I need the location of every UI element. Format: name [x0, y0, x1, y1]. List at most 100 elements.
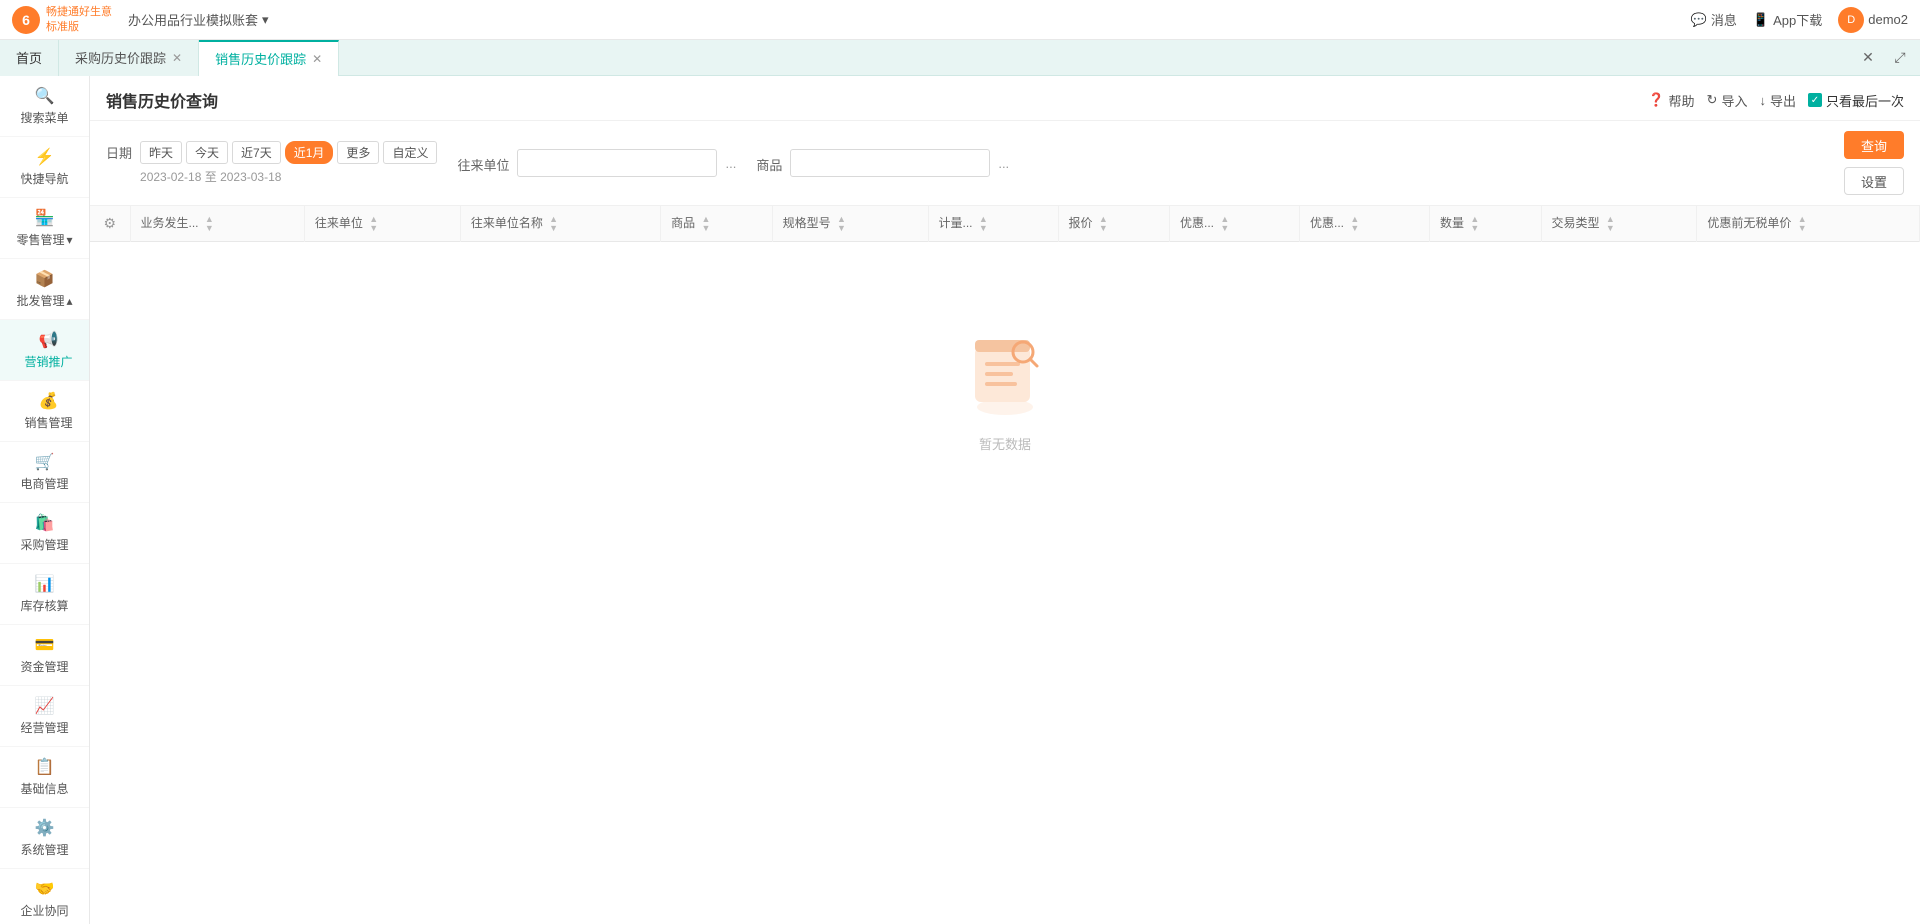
th-pretax-price[interactable]: 优惠前无税单价 ▲▼ — [1697, 206, 1920, 241]
date-btn-custom[interactable]: 自定义 — [383, 141, 437, 164]
tab-bar-actions: ✕ ⤢ — [1856, 46, 1920, 70]
tab-sales-history[interactable]: 销售历史价跟踪 ✕ — [199, 40, 339, 76]
sort-icon-spec: ▲▼ — [837, 215, 846, 233]
goods-dots[interactable]: ... — [998, 156, 1009, 171]
table-header-row: ⚙ 业务发生... ▲▼ 往来单位 ▲▼ 往来单位名称 — [90, 206, 1920, 241]
sort-icon-counterpart-name: ▲▼ — [549, 215, 558, 233]
counterpart-input[interactable] — [517, 149, 717, 177]
th-goods[interactable]: 商品 ▲▼ — [661, 206, 773, 241]
sidebar-item-wholesale-mgmt[interactable]: 📦 批发管理 ▴ — [0, 259, 89, 320]
th-discount1[interactable]: 优惠... ▲▼ — [1170, 206, 1300, 241]
sidebar-item-system[interactable]: ⚙️ 系统管理 — [0, 808, 89, 869]
table-header: ⚙ 业务发生... ▲▼ 往来单位 ▲▼ 往来单位名称 — [90, 206, 1920, 241]
clipboard-icon: 📋 — [35, 757, 55, 777]
sidebar-item-basic-info[interactable]: 📋 基础信息 — [0, 747, 89, 808]
home-tab-label: 首页 — [16, 48, 42, 67]
tab-home[interactable]: 首页 — [0, 40, 59, 76]
date-btn-last7[interactable]: 近7天 — [232, 141, 281, 164]
sort-icon-qty: ▲▼ — [1470, 215, 1479, 233]
sales-icon: 💰 — [39, 391, 59, 411]
sidebar-item-inventory[interactable]: 📊 库存核算 — [0, 564, 89, 625]
date-btn-more[interactable]: 更多 — [337, 141, 379, 164]
sort-icon-discount1: ▲▼ — [1220, 215, 1229, 233]
th-qty[interactable]: 数量 ▲▼ — [1430, 206, 1542, 241]
th-settings: ⚙ — [90, 206, 130, 241]
user-profile[interactable]: D demo2 — [1838, 7, 1908, 33]
sidebar: 🔍 搜索菜单 ⚡ 快捷导航 🏪 零售管理 ▾ 📦 批发管理 ▴ 📢 营销推广 — [0, 76, 90, 924]
date-btn-last1m[interactable]: 近1月 — [285, 141, 334, 164]
th-quote[interactable]: 报价 ▲▼ — [1058, 206, 1170, 241]
sort-icon-discount2: ▲▼ — [1350, 215, 1359, 233]
sort-icon-biz-date: ▲▼ — [205, 215, 214, 233]
th-counterpart-name[interactable]: 往来单位名称 ▲▼ — [460, 206, 660, 241]
tab-close-sales[interactable]: ✕ — [312, 53, 322, 65]
th-spec[interactable]: 规格型号 ▲▼ — [772, 206, 928, 241]
filter-area: 日期 昨天 今天 近7天 近1月 更多 自定义 2023-02-18 至 202… — [90, 121, 1920, 206]
sidebar-item-retail-mgmt[interactable]: 🏪 零售管理 ▾ — [0, 198, 89, 259]
sidebar-item-ecommerce[interactable]: 🛒 电商管理 — [0, 442, 89, 503]
th-trade-type[interactable]: 交易类型 ▲▼ — [1541, 206, 1697, 241]
close-all-tabs-button[interactable]: ✕ — [1856, 46, 1880, 70]
empty-illustration — [955, 322, 1055, 422]
th-biz-date[interactable]: 业务发生... ▲▼ — [130, 206, 304, 241]
sidebar-item-marketing[interactable]: 📢 营销推广 — [0, 320, 89, 381]
app-selector[interactable]: 办公用品行业模拟账套 ▾ — [120, 6, 277, 33]
sidebar-item-sales-mgmt[interactable]: 💰 销售管理 — [0, 381, 89, 442]
goods-input[interactable] — [790, 149, 990, 177]
sort-icon-trade-type: ▲▼ — [1606, 215, 1615, 233]
avatar: D — [1838, 7, 1864, 33]
date-btn-yesterday[interactable]: 昨天 — [140, 141, 182, 164]
data-table: ⚙ 业务发生... ▲▼ 往来单位 ▲▼ 往来单位名称 — [90, 206, 1920, 242]
help-link[interactable]: ❓ 帮助 — [1648, 91, 1694, 110]
trend-icon: 📈 — [35, 696, 55, 716]
lightning-icon: ⚡ — [35, 147, 55, 167]
sidebar-item-quick-nav[interactable]: ⚡ 快捷导航 — [0, 137, 89, 198]
th-unit[interactable]: 计量... ▲▼ — [928, 206, 1058, 241]
sidebar-item-purchase[interactable]: 🛍️ 采购管理 — [0, 503, 89, 564]
sort-icon-unit: ▲▼ — [979, 215, 988, 233]
page-container: 销售历史价查询 ❓ 帮助 ↻ 导入 ↓ 导出 ✓ — [90, 76, 1920, 924]
phone-icon: 📱 — [1753, 12, 1769, 28]
date-btn-today[interactable]: 今天 — [186, 141, 228, 164]
th-discount2[interactable]: 优惠... ▲▼ — [1300, 206, 1430, 241]
chart-icon: 📊 — [35, 574, 55, 594]
table-settings-icon[interactable]: ⚙ — [103, 215, 116, 231]
message-action[interactable]: 💬 消息 — [1691, 10, 1737, 29]
sidebar-item-finance[interactable]: 💳 资金管理 — [0, 625, 89, 686]
gear-icon: ⚙️ — [35, 818, 55, 838]
tab-close-purchase[interactable]: ✕ — [172, 52, 182, 64]
page-header: 销售历史价查询 ❓ 帮助 ↻ 导入 ↓ 导出 ✓ — [90, 76, 1920, 121]
logo-text: 畅捷通好生意 标准版 — [46, 5, 112, 34]
only-last-checkbox[interactable]: ✓ 只看最后一次 — [1808, 91, 1904, 110]
sidebar-item-search-menu[interactable]: 🔍 搜索菜单 — [0, 76, 89, 137]
chevron-down-icon: ▾ — [66, 233, 72, 247]
sidebar-item-operations[interactable]: 📈 经营管理 — [0, 686, 89, 747]
export-icon: ↓ — [1759, 93, 1766, 108]
sort-icon-quote: ▲▼ — [1099, 215, 1108, 233]
download-app-action[interactable]: 📱 App下载 — [1753, 10, 1822, 29]
logo-icon: 6 — [12, 6, 40, 34]
th-counterpart-code[interactable]: 往来单位 ▲▼ — [304, 206, 460, 241]
header-left: 6 畅捷通好生意 标准版 办公用品行业模拟账套 ▾ — [12, 5, 277, 34]
fullscreen-button[interactable]: ⤢ — [1888, 46, 1912, 70]
date-filter-options: 昨天 今天 近7天 近1月 更多 自定义 2023-02-18 至 2023-0… — [140, 141, 437, 185]
settings-button[interactable]: 设置 — [1844, 167, 1904, 195]
date-buttons: 昨天 今天 近7天 近1月 更多 自定义 — [140, 141, 437, 164]
sort-icon-counterpart-code: ▲▼ — [369, 215, 378, 233]
tab-purchase-history[interactable]: 采购历史价跟踪 ✕ — [59, 40, 199, 76]
sidebar-item-enterprise-collab[interactable]: 🤝 企业协同 — [0, 869, 89, 924]
export-link[interactable]: ↓ 导出 — [1759, 91, 1796, 110]
message-icon: 💬 — [1691, 12, 1707, 28]
purchase-history-tab-label: 采购历史价跟踪 — [75, 48, 166, 67]
import-link[interactable]: ↻ 导入 — [1707, 91, 1748, 110]
counterpart-dots[interactable]: ... — [725, 156, 736, 171]
box-icon: 📦 — [35, 269, 55, 289]
import-icon: ↻ — [1707, 92, 1718, 108]
content-area: 销售历史价查询 ❓ 帮助 ↻ 导入 ↓ 导出 ✓ — [90, 76, 1920, 924]
megaphone-icon: 📢 — [39, 330, 59, 350]
query-button[interactable]: 查询 — [1844, 131, 1904, 159]
checkbox-checked-icon: ✓ — [1808, 93, 1822, 107]
chevron-up-icon: ▴ — [66, 294, 72, 308]
date-filter-group: 日期 昨天 今天 近7天 近1月 更多 自定义 2023-02-18 至 202… — [106, 141, 437, 185]
counterpart-label: 往来单位 — [457, 153, 509, 174]
